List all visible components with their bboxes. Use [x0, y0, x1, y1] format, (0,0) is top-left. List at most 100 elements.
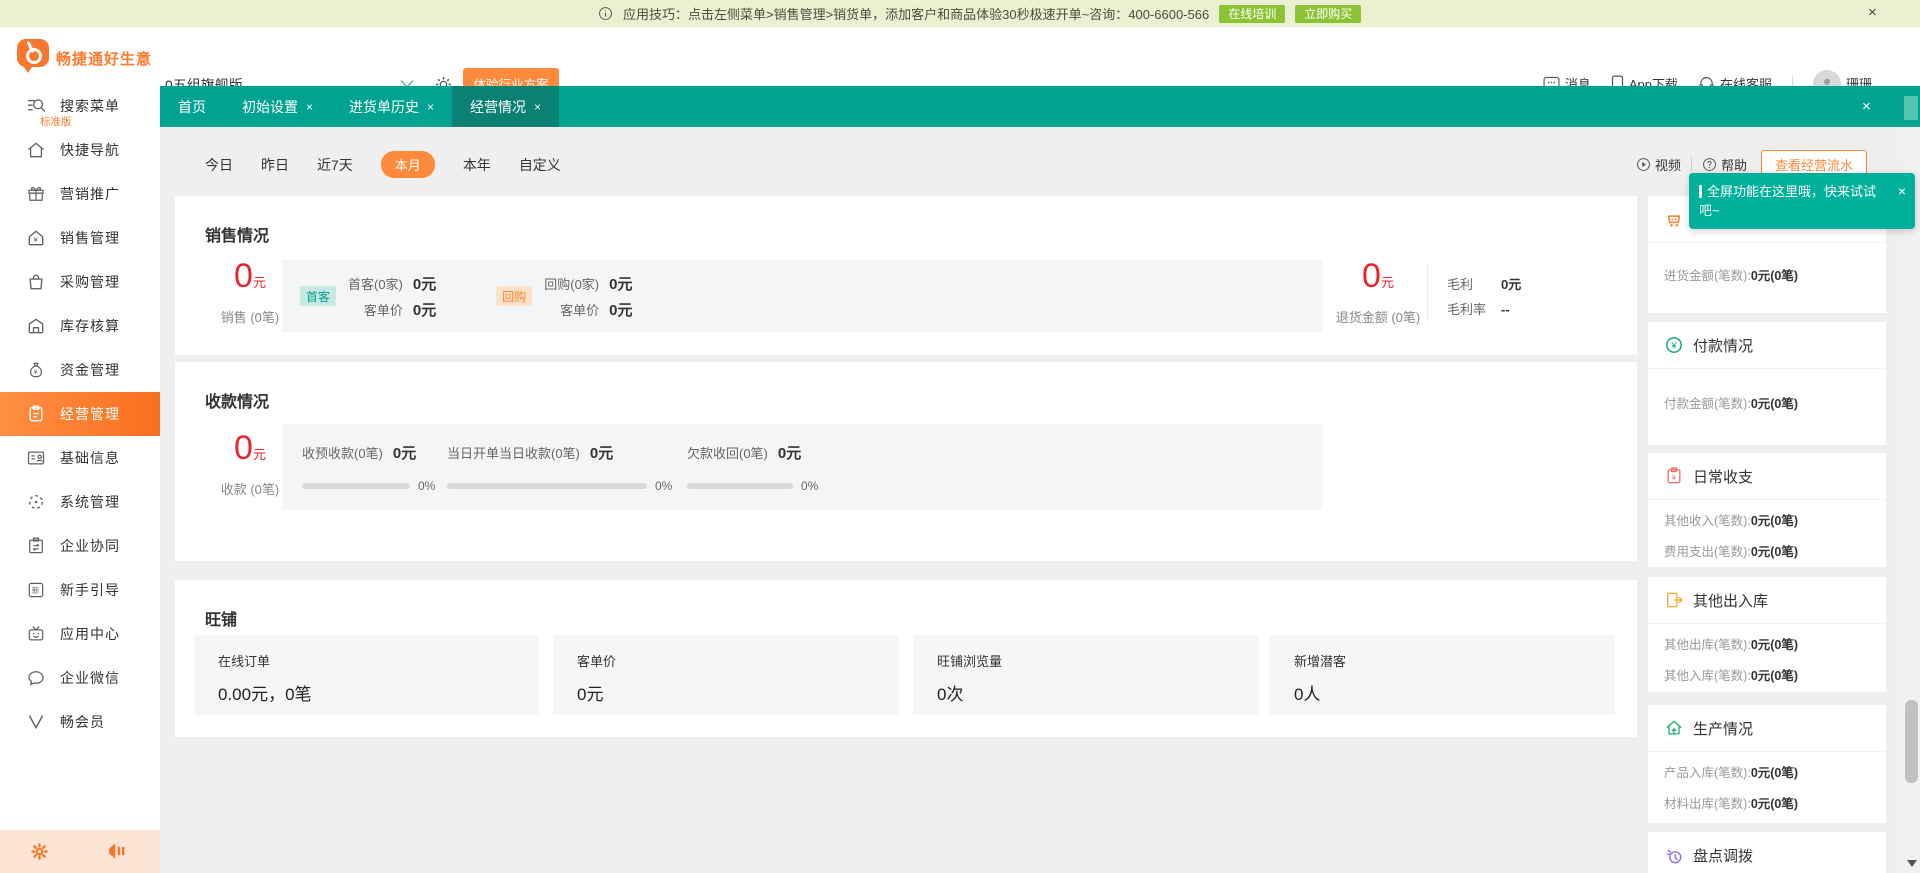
- stat-value: 0元(0笔): [1750, 545, 1799, 559]
- header: 畅捷通好生意 标准版 0五组旗舰版 体验行业方案 消息 App下载 在线客服 珊…: [0, 27, 1920, 128]
- metric-value: 0元: [392, 445, 417, 462]
- sidebar-item-inventory-accounting[interactable]: 库存核算: [0, 304, 160, 348]
- cart-icon: [1667, 215, 1681, 227]
- shop-stat-value: 0次: [937, 685, 964, 704]
- sidebar-item-purchase-management[interactable]: 采购管理: [0, 260, 160, 304]
- sidebar-item-sales-management[interactable]: ¥ 销售管理: [0, 216, 160, 260]
- sidebar-item-label: 系统管理: [60, 494, 120, 510]
- sidebar-item-label: 基础信息: [60, 450, 120, 466]
- tab-purchase-history[interactable]: 进货单历史 ×: [331, 86, 452, 127]
- system-icon: [29, 495, 43, 509]
- sidebar-item-basic-info[interactable]: 基础信息: [0, 436, 160, 480]
- refund-unit: 元: [1380, 275, 1394, 290]
- sidebar-item-label: 企业协同: [60, 538, 120, 554]
- progress-percent: 0%: [418, 479, 436, 493]
- help-link[interactable]: 帮助: [1702, 155, 1747, 174]
- video-link[interactable]: 视频: [1636, 155, 1681, 174]
- sidebar-item-app-center[interactable]: 应用中心: [0, 612, 160, 656]
- filter-today[interactable]: 今日: [205, 155, 233, 175]
- panel-stat: 产品入库(笔数):0元(0笔): [1664, 758, 1870, 789]
- filter-this-month[interactable]: 本月: [380, 151, 435, 178]
- sidebar-item-quick-nav[interactable]: 快捷导航: [0, 128, 160, 172]
- shop-stat-views: 旺铺浏览量 0次: [913, 635, 1258, 715]
- tab-business-overview[interactable]: 经营情况 ×: [452, 86, 560, 127]
- collection-metric: 欠款收回(0笔) 0元 0%: [687, 442, 818, 493]
- metric-value: 0元: [589, 445, 614, 462]
- panel-stat: 付款金额(笔数):0元(0笔): [1664, 389, 1870, 420]
- sidebar-item-member[interactable]: 畅会员: [0, 700, 160, 744]
- buy-now-button[interactable]: 立即购买: [1295, 4, 1362, 23]
- avg-order-value: 0元: [609, 301, 633, 319]
- repurchase-badge: 回购: [496, 286, 533, 306]
- filter-custom[interactable]: 自定义: [519, 155, 561, 175]
- close-icon[interactable]: ×: [1898, 182, 1906, 201]
- shop-stat-value: 0.00元，0笔: [218, 685, 312, 704]
- sidebar-item-label: 新手引导: [60, 582, 120, 598]
- sidebar-item-label: 销售管理: [60, 230, 120, 246]
- collection-metric: 当日开单当日收款(0笔) 0元 0%: [447, 442, 672, 493]
- stat-value: 0元(0笔): [1750, 269, 1799, 283]
- sidebar: 搜索菜单 快捷导航 营销推广 ¥ 销售管理 采购管理 库存核算 ¥ 资金管理 经…: [0, 86, 160, 830]
- scrollbar-thumb[interactable]: [1905, 700, 1918, 783]
- close-icon[interactable]: ×: [1862, 86, 1871, 127]
- sales-amount-value: 0: [234, 257, 253, 295]
- stat-label: 材料出库(笔数):: [1664, 797, 1751, 811]
- id-card-icon: [27, 451, 45, 465]
- sales-detail-box: 首客 首客(0家) 0元 客单价 0元 回购 回购(0家) 0元 客单价 0元: [282, 260, 1322, 332]
- svg-text:新: 新: [32, 585, 40, 595]
- doc-arrow-icon: [1667, 592, 1683, 608]
- tab-home[interactable]: 首页: [160, 86, 224, 127]
- stat-value: 0元(0笔): [1750, 766, 1799, 780]
- payment-panel: ¥ 付款情况 付款金额(笔数):0元(0笔): [1648, 322, 1886, 445]
- metric-label: 当日开单当日收款(0笔): [447, 446, 580, 461]
- sidebar-item-enterprise-collab[interactable]: 企业协同: [0, 524, 160, 568]
- scrollbar-down-arrow[interactable]: [1907, 860, 1917, 867]
- tab-initial-setup[interactable]: 初始设置 ×: [224, 86, 331, 127]
- close-icon[interactable]: ×: [427, 100, 434, 114]
- stat-label: 其他收入(笔数):: [1664, 514, 1751, 528]
- date-filters: 今日 昨日 近7天 本月 本年 自定义: [205, 151, 561, 178]
- collections-amount-value: 0: [234, 429, 253, 467]
- sidebar-item-label: 采购管理: [60, 274, 120, 290]
- sidebar-item-business-management[interactable]: 经营管理: [0, 392, 160, 436]
- filter-last7days[interactable]: 近7天: [317, 155, 353, 175]
- filter-this-year[interactable]: 本年: [463, 155, 491, 175]
- repurchase-value: 0元: [609, 275, 633, 293]
- sidebar-item-funds-management[interactable]: ¥ 资金管理: [0, 348, 160, 392]
- sidebar-item-label: 经营管理: [60, 406, 120, 422]
- tooltip-text: 全屏功能在这里哦，快来试试吧~: [1699, 184, 1877, 218]
- shop-stat-avg-order: 客单价 0元: [553, 635, 898, 715]
- sidebar-item-label: 快捷导航: [60, 142, 120, 158]
- stat-label: 产品入库(笔数):: [1664, 766, 1751, 780]
- section-title: 旺铺: [205, 612, 238, 629]
- close-icon[interactable]: ×: [306, 100, 313, 114]
- sidebar-item-system-management[interactable]: 系统管理: [0, 480, 160, 524]
- progress-bar: [687, 483, 793, 489]
- progress-percent: 0%: [801, 479, 819, 493]
- first-customer-badge: 首客: [300, 286, 336, 306]
- close-icon[interactable]: ×: [1868, 0, 1877, 27]
- profit-label: 毛利: [1447, 277, 1474, 292]
- online-training-button[interactable]: 在线培训: [1219, 4, 1286, 23]
- sidebar-item-wechat-work[interactable]: 企业微信: [0, 656, 160, 700]
- stat-value: 0元(0笔): [1750, 514, 1799, 528]
- filter-yesterday[interactable]: 昨日: [261, 155, 289, 175]
- progress-bar: [447, 483, 647, 489]
- sidebar-item-marketing[interactable]: 营销推广: [0, 172, 160, 216]
- stat-value: 0元(0笔): [1750, 397, 1799, 411]
- daily-income-expense-panel: ¥ 日常收支 其他收入(笔数):0元(0笔) 费用支出(笔数):0元(0笔): [1648, 453, 1886, 567]
- speaker-mute-icon[interactable]: [105, 842, 127, 860]
- collection-metric: 收预收款(0笔) 0元 0%: [302, 442, 435, 493]
- close-icon[interactable]: ×: [534, 100, 541, 114]
- sales-amount-unit: 元: [252, 275, 266, 290]
- metric-label: 欠款收回(0笔): [687, 446, 768, 461]
- edition-label: 标准版: [40, 116, 72, 128]
- panel-stat: 其他收入(笔数):0元(0笔): [1664, 506, 1870, 537]
- sidebar-item-newbie-guide[interactable]: 新 新手引导: [0, 568, 160, 612]
- notice-text: 应用技巧：点击左侧菜单>销售管理>销货单，添加客户和商品体验30秒极速开单~咨询…: [623, 7, 1210, 22]
- sidebar-item-label: 库存核算: [60, 318, 120, 334]
- sidebar-item-search-menu[interactable]: 搜索菜单: [0, 84, 160, 128]
- brand-logo-icon: [17, 39, 49, 73]
- settings-gear-icon[interactable]: [30, 842, 49, 861]
- sidebar-item-label: 资金管理: [60, 362, 120, 378]
